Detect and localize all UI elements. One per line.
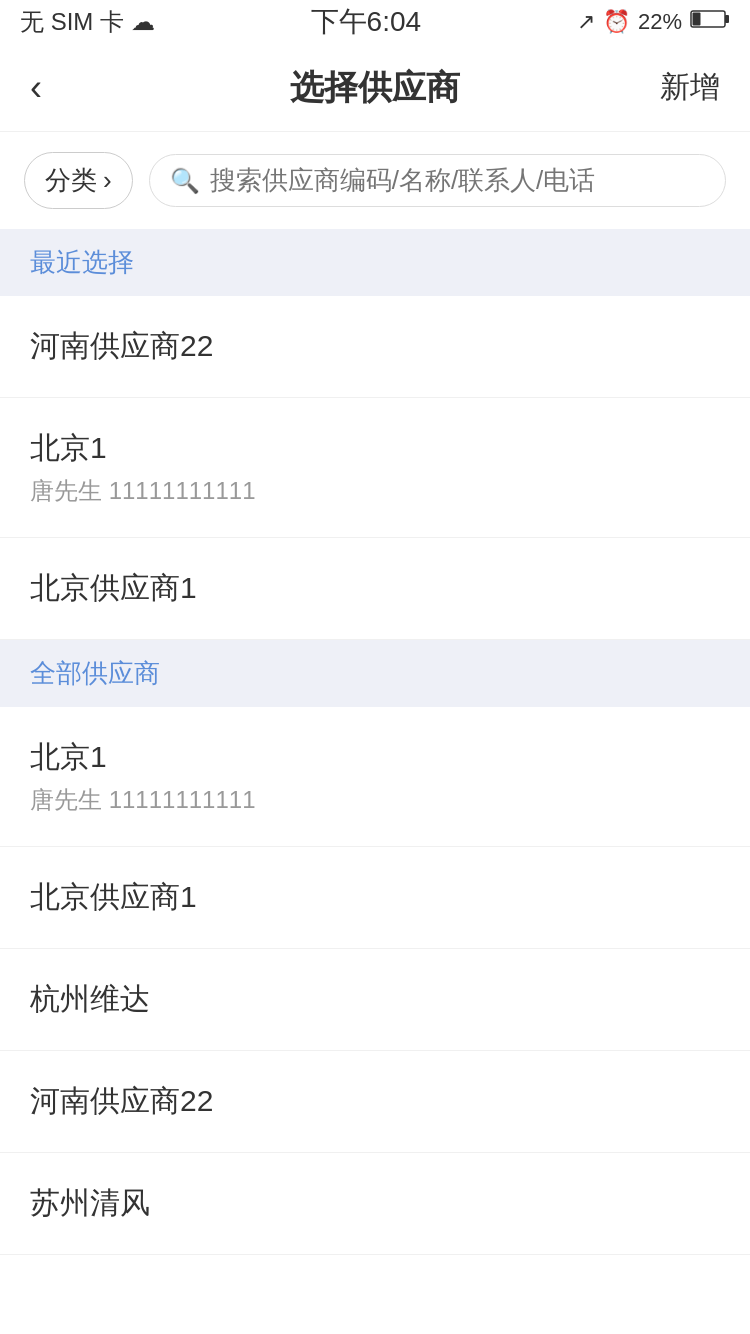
list-item[interactable]: 河南供应商22 [0, 296, 750, 398]
item-name: 北京供应商1 [30, 568, 720, 609]
list-item[interactable]: 北京供应商1 [0, 538, 750, 640]
battery-icon [690, 9, 730, 35]
item-sub: 唐先生 11111111111 [30, 475, 720, 507]
search-wrapper[interactable]: 🔍 [149, 154, 726, 207]
back-button[interactable]: ‹ [30, 67, 90, 109]
item-name: 苏州清风 [30, 1183, 720, 1224]
search-bar: 分类 › 🔍 [0, 132, 750, 229]
no-sim-label: 无 SIM 卡 ☁ [20, 6, 155, 38]
section-header-recent: 最近选择 [0, 229, 750, 296]
item-name: 北京供应商1 [30, 877, 720, 918]
list-item[interactable]: 杭州维达 [0, 949, 750, 1051]
item-name: 北京1 [30, 428, 720, 469]
add-button[interactable]: 新增 [660, 67, 720, 108]
list-item[interactable]: 河南供应商22 [0, 1051, 750, 1153]
battery-label: 22% [638, 9, 682, 35]
status-left: 无 SIM 卡 ☁ [20, 6, 155, 38]
svg-rect-1 [725, 15, 729, 23]
list-item[interactable]: 北京供应商1 [0, 847, 750, 949]
search-icon: 🔍 [170, 167, 200, 195]
supplier-list: 最近选择河南供应商22 北京1 唐先生 11111111111 北京供应商1 全部供应商… [0, 229, 750, 1255]
category-filter-button[interactable]: 分类 › [24, 152, 133, 209]
item-name: 杭州维达 [30, 979, 720, 1020]
chevron-right-icon: › [103, 165, 112, 196]
category-label: 分类 [45, 163, 97, 198]
list-item[interactable]: 北京1 唐先生 11111111111 [0, 398, 750, 538]
list-item[interactable]: 北京1 唐先生 11111111111 [0, 707, 750, 847]
item-name: 河南供应商22 [30, 1081, 720, 1122]
status-right: ↗ ⏰ 22% [577, 9, 730, 35]
item-sub: 唐先生 11111111111 [30, 784, 720, 816]
svg-rect-2 [693, 13, 701, 26]
item-name: 北京1 [30, 737, 720, 778]
section-header-all: 全部供应商 [0, 640, 750, 707]
nav-bar: ‹ 选择供应商 新增 [0, 44, 750, 132]
list-item[interactable]: 苏州清风 [0, 1153, 750, 1255]
page-title: 选择供应商 [290, 65, 460, 111]
alarm-icon: ⏰ [603, 9, 630, 35]
search-input[interactable] [210, 165, 705, 196]
status-time: 下午6:04 [311, 3, 422, 41]
location-icon: ↗ [577, 9, 595, 35]
status-bar: 无 SIM 卡 ☁ 下午6:04 ↗ ⏰ 22% [0, 0, 750, 44]
item-name: 河南供应商22 [30, 326, 720, 367]
